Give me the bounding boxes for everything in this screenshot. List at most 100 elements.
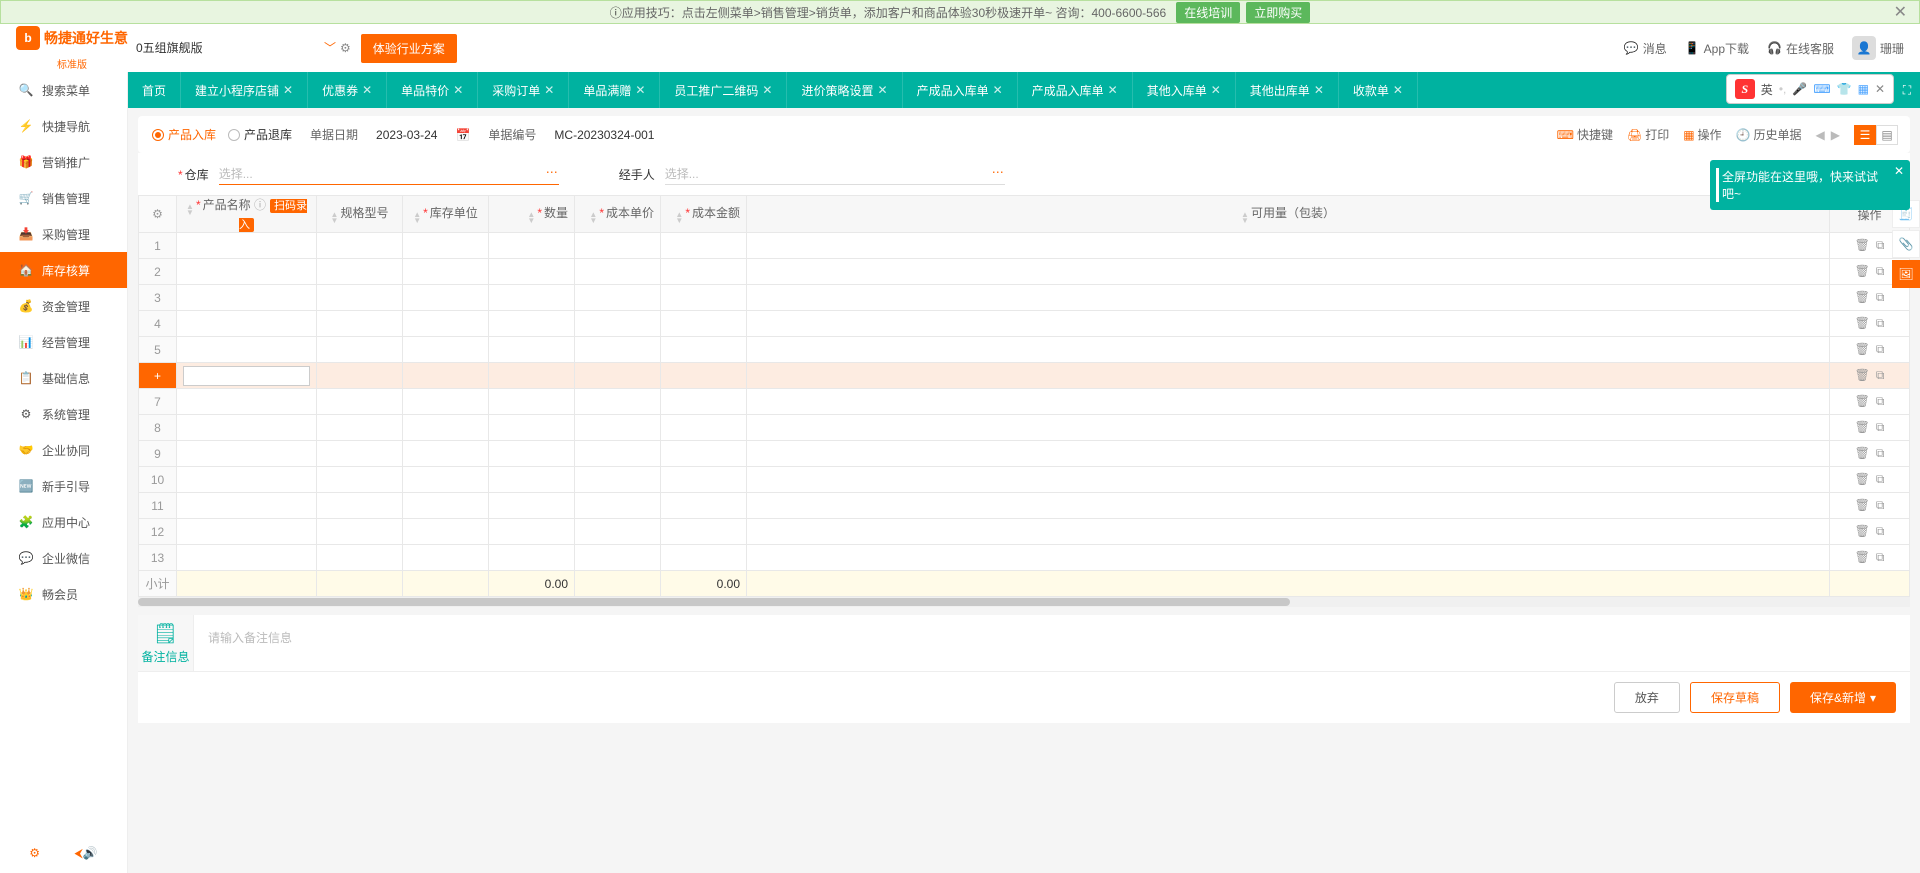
table-row[interactable]: 2🗑⧉ xyxy=(139,259,1910,285)
row-delete-icon[interactable]: 🗑 xyxy=(1855,524,1870,538)
tab-9[interactable]: 产成品入库单✕ xyxy=(1018,72,1133,108)
tab-close-icon[interactable]: ✕ xyxy=(283,83,293,97)
tab-close-icon[interactable]: ✕ xyxy=(635,83,645,97)
new-row-name-input[interactable] xyxy=(183,366,310,386)
app-download-link[interactable]: 📱App下载 xyxy=(1685,40,1749,57)
row-copy-icon[interactable]: ⧉ xyxy=(1876,264,1885,278)
sidebar-item-3[interactable]: 🛒销售管理 xyxy=(0,180,127,216)
ime-keyboard-icon[interactable]: ⌨ xyxy=(1813,82,1830,96)
row-delete-icon[interactable]: 🗑 xyxy=(1855,342,1870,356)
org-settings-icon[interactable]: ⚙ xyxy=(340,41,351,55)
col-spec[interactable]: ▲▼规格型号 xyxy=(317,196,403,233)
row-delete-icon[interactable]: 🗑 xyxy=(1855,368,1870,382)
tab-7[interactable]: 进价策略设置✕ xyxy=(787,72,902,108)
table-row[interactable]: +🗑⧉ xyxy=(139,363,1910,389)
row-delete-icon[interactable]: 🗑 xyxy=(1855,316,1870,330)
prev-icon[interactable]: ◀ xyxy=(1816,128,1825,142)
sidebar-item-0[interactable]: 🔍搜索菜单 xyxy=(0,72,127,108)
tab-close-icon[interactable]: ✕ xyxy=(1314,83,1324,97)
tab-6[interactable]: 员工推广二维码✕ xyxy=(660,72,787,108)
messages-link[interactable]: 💬消息 xyxy=(1624,40,1667,57)
table-row[interactable]: 9🗑⧉ xyxy=(139,441,1910,467)
row-copy-icon[interactable]: ⧉ xyxy=(1876,498,1885,512)
tab-close-icon[interactable]: ✕ xyxy=(362,83,372,97)
tab-close-icon[interactable]: ✕ xyxy=(1211,83,1221,97)
row-copy-icon[interactable]: ⧉ xyxy=(1876,342,1885,356)
settings-icon[interactable]: ⚙ xyxy=(29,846,40,861)
next-icon[interactable]: ▶ xyxy=(1831,128,1840,142)
sidebar-item-8[interactable]: 📋基础信息 xyxy=(0,360,127,396)
sidebar-item-10[interactable]: 🤝企业协同 xyxy=(0,432,127,468)
col-name[interactable]: ▲▼*产品名称 ⓘ扫码录入 xyxy=(177,196,317,233)
view-card-icon[interactable]: ▤ xyxy=(1876,125,1898,145)
ime-close-icon[interactable]: ✕ xyxy=(1875,82,1885,96)
row-copy-icon[interactable]: ⧉ xyxy=(1876,550,1885,564)
view-list-icon[interactable]: ☰ xyxy=(1854,125,1876,145)
tab-close-icon[interactable]: ✕ xyxy=(544,83,554,97)
remark-input[interactable]: 请输入备注信息 xyxy=(194,615,1910,671)
table-row[interactable]: 1🗑⧉ xyxy=(139,233,1910,259)
table-row[interactable]: 11🗑⧉ xyxy=(139,493,1910,519)
sidebar-item-13[interactable]: 💬企业微信 xyxy=(0,540,127,576)
tab-close-icon[interactable]: ✕ xyxy=(1108,83,1118,97)
row-copy-icon[interactable]: ⧉ xyxy=(1876,524,1885,538)
date-value[interactable]: 2023-03-24 xyxy=(376,128,437,142)
row-delete-icon[interactable]: 🗑 xyxy=(1855,264,1870,278)
row-copy-icon[interactable]: ⧉ xyxy=(1876,446,1885,460)
col-price[interactable]: ▲▼*成本单价 xyxy=(575,196,661,233)
user-menu[interactable]: 👤珊珊 xyxy=(1852,36,1904,60)
promo-buy-button[interactable]: 立即购买 xyxy=(1246,2,1310,23)
warehouse-select[interactable]: 选择... ⋯ xyxy=(219,163,559,185)
add-row-button[interactable]: + xyxy=(139,363,177,389)
print-button[interactable]: 🖨打印 xyxy=(1627,126,1669,143)
ime-mic-icon[interactable]: 🎤 xyxy=(1792,82,1807,96)
tab-close-icon[interactable]: ✕ xyxy=(878,83,888,97)
radio-product-return[interactable]: 产品退库 xyxy=(228,126,292,143)
sidebar-item-11[interactable]: 🆕新手引导 xyxy=(0,468,127,504)
tab-0[interactable]: 首页 xyxy=(128,72,181,108)
row-copy-icon[interactable]: ⧉ xyxy=(1876,316,1885,330)
tab-12[interactable]: 收款单✕ xyxy=(1339,72,1418,108)
sidebar-item-6[interactable]: 💰资金管理 xyxy=(0,288,127,324)
row-delete-icon[interactable]: 🗑 xyxy=(1855,550,1870,564)
row-copy-icon[interactable]: ⧉ xyxy=(1876,238,1885,252)
operations-button[interactable]: ▦操作 xyxy=(1683,126,1721,143)
tab-11[interactable]: 其他出库单✕ xyxy=(1236,72,1339,108)
ime-grid-icon[interactable]: ▦ xyxy=(1858,82,1869,96)
radio-product-in[interactable]: 产品入库 xyxy=(152,126,216,143)
table-row[interactable]: 10🗑⧉ xyxy=(139,467,1910,493)
tab-8[interactable]: 产成品入库单✕ xyxy=(903,72,1018,108)
sidebar-item-14[interactable]: 👑畅会员 xyxy=(0,576,127,612)
row-delete-icon[interactable]: 🗑 xyxy=(1855,394,1870,408)
table-row[interactable]: 12🗑⧉ xyxy=(139,519,1910,545)
handler-select[interactable]: 选择... ⋯ xyxy=(665,163,1005,185)
try-industry-button[interactable]: 体验行业方案 xyxy=(361,34,457,63)
row-delete-icon[interactable]: 🗑 xyxy=(1855,290,1870,304)
table-row[interactable]: 13🗑⧉ xyxy=(139,545,1910,571)
org-selector[interactable]: 0五组旗舰版 ﹀ xyxy=(136,39,336,57)
row-copy-icon[interactable]: ⧉ xyxy=(1876,472,1885,486)
col-qty[interactable]: ▲▼*数量 xyxy=(489,196,575,233)
customer-service-link[interactable]: 🎧在线客服 xyxy=(1767,40,1834,57)
col-amount[interactable]: ▲▼*成本金额 xyxy=(661,196,747,233)
table-row[interactable]: 4🗑⧉ xyxy=(139,311,1910,337)
tab-close-icon[interactable]: ✕ xyxy=(1393,83,1403,97)
history-button[interactable]: 🕘历史单据 xyxy=(1736,126,1802,143)
row-delete-icon[interactable]: 🗑 xyxy=(1855,238,1870,252)
tab-5[interactable]: 单品满赠✕ xyxy=(569,72,660,108)
rail-image-icon[interactable]: 🖼 xyxy=(1892,260,1920,288)
row-delete-icon[interactable]: 🗑 xyxy=(1855,446,1870,460)
tabs-fullscreen-icon[interactable]: ⛶ xyxy=(1894,72,1920,108)
tab-close-icon[interactable]: ✕ xyxy=(453,83,463,97)
row-copy-icon[interactable]: ⧉ xyxy=(1876,420,1885,434)
row-delete-icon[interactable]: 🗑 xyxy=(1855,420,1870,434)
sidebar-item-2[interactable]: 🎁营销推广 xyxy=(0,144,127,180)
row-delete-icon[interactable]: 🗑 xyxy=(1855,472,1870,486)
sidebar-item-9[interactable]: ⚙系统管理 xyxy=(0,396,127,432)
table-row[interactable]: 7🗑⧉ xyxy=(139,389,1910,415)
col-unit[interactable]: ▲▼*库存单位 xyxy=(403,196,489,233)
row-copy-icon[interactable]: ⧉ xyxy=(1876,394,1885,408)
tab-3[interactable]: 单品特价✕ xyxy=(387,72,478,108)
tab-close-icon[interactable]: ✕ xyxy=(762,83,772,97)
row-copy-icon[interactable]: ⧉ xyxy=(1876,290,1885,304)
